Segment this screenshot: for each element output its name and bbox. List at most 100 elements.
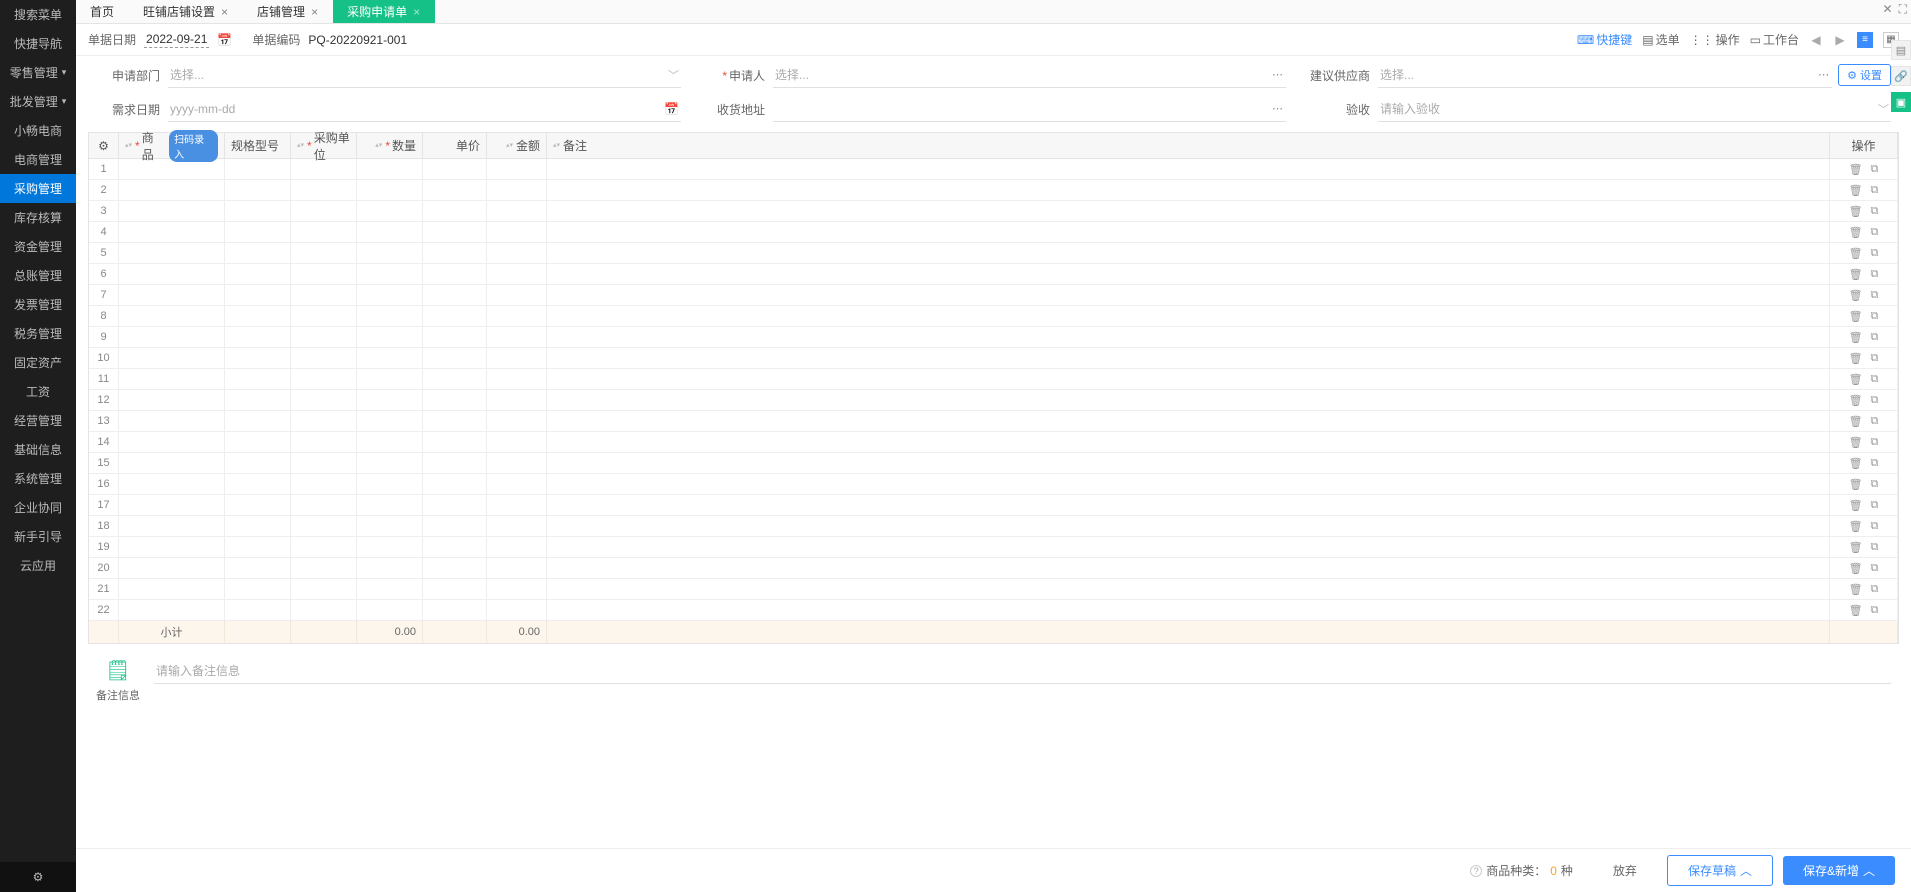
cell-product[interactable] (119, 264, 225, 284)
cell-remark[interactable] (547, 264, 1830, 284)
cell-amount[interactable] (487, 474, 547, 494)
cell-price[interactable] (423, 579, 487, 599)
cell-spec[interactable] (225, 495, 291, 515)
cell-product[interactable] (119, 159, 225, 179)
delete-icon[interactable]: 🗑 (1849, 163, 1863, 176)
table-row[interactable]: 2🗑⧉ (89, 180, 1898, 201)
settings-button[interactable]: ⚙ 设置 (1838, 64, 1891, 86)
cell-unit[interactable] (291, 390, 357, 410)
tab-1[interactable]: 旺铺店铺设置× (129, 0, 243, 23)
cell-unit[interactable] (291, 537, 357, 557)
cell-price[interactable] (423, 243, 487, 263)
sidebar-item-8[interactable]: 资金管理 (0, 232, 76, 261)
sidebar-item-10[interactable]: 发票管理 (0, 290, 76, 319)
close-icon[interactable]: × (413, 5, 420, 19)
sidebar-item-12[interactable]: 固定资产 (0, 348, 76, 377)
cell-spec[interactable] (225, 285, 291, 305)
cell-spec[interactable] (225, 180, 291, 200)
cell-spec[interactable] (225, 600, 291, 620)
cell-qty[interactable] (357, 327, 423, 347)
copy-icon[interactable]: ⧉ (1871, 604, 1879, 617)
col-amount[interactable]: ▴▾ 金额 (487, 133, 547, 158)
cell-unit[interactable] (291, 306, 357, 326)
cell-remark[interactable] (547, 285, 1830, 305)
cell-remark[interactable] (547, 516, 1830, 536)
cell-price[interactable] (423, 537, 487, 557)
copy-icon[interactable]: ⧉ (1871, 562, 1879, 575)
cell-qty[interactable] (357, 474, 423, 494)
table-row[interactable]: 3🗑⧉ (89, 201, 1898, 222)
save-new-button[interactable]: 保存&新增 ︿ (1783, 856, 1895, 885)
cell-unit[interactable] (291, 369, 357, 389)
table-row[interactable]: 20🗑⧉ (89, 558, 1898, 579)
close-icon[interactable]: × (221, 5, 228, 19)
cell-product[interactable] (119, 327, 225, 347)
cell-amount[interactable] (487, 180, 547, 200)
sidebar-item-19[interactable]: 云应用 (0, 551, 76, 580)
cell-spec[interactable] (225, 201, 291, 221)
cell-unit[interactable] (291, 432, 357, 452)
copy-icon[interactable]: ⧉ (1871, 520, 1879, 533)
delete-icon[interactable]: 🗑 (1849, 205, 1863, 218)
cell-remark[interactable] (547, 474, 1830, 494)
view-list[interactable]: ≡ (1857, 32, 1873, 48)
cell-remark[interactable] (547, 201, 1830, 221)
sidebar-item-15[interactable]: 基础信息 (0, 435, 76, 464)
cell-product[interactable] (119, 390, 225, 410)
cell-qty[interactable] (357, 432, 423, 452)
col-config[interactable]: ⚙ (89, 133, 119, 158)
delete-icon[interactable]: 🗑 (1849, 394, 1863, 407)
table-row[interactable]: 11🗑⧉ (89, 369, 1898, 390)
cell-amount[interactable] (487, 285, 547, 305)
table-row[interactable]: 14🗑⧉ (89, 432, 1898, 453)
tool-chip-2[interactable]: 🔗 (1891, 66, 1911, 86)
cell-unit[interactable] (291, 516, 357, 536)
cell-remark[interactable] (547, 348, 1830, 368)
cell-amount[interactable] (487, 201, 547, 221)
cell-amount[interactable] (487, 537, 547, 557)
cell-qty[interactable] (357, 264, 423, 284)
cell-product[interactable] (119, 516, 225, 536)
cell-amount[interactable] (487, 558, 547, 578)
cell-qty[interactable] (357, 579, 423, 599)
table-row[interactable]: 1🗑⧉ (89, 159, 1898, 180)
copy-icon[interactable]: ⧉ (1871, 583, 1879, 596)
cell-remark[interactable] (547, 558, 1830, 578)
cell-amount[interactable] (487, 159, 547, 179)
cell-qty[interactable] (357, 306, 423, 326)
tabs-expand[interactable]: ⛶ (1899, 2, 1907, 17)
cell-product[interactable] (119, 222, 225, 242)
delete-icon[interactable]: 🗑 (1849, 373, 1863, 386)
cell-unit[interactable] (291, 348, 357, 368)
cell-spec[interactable] (225, 411, 291, 431)
supplier-select[interactable]: 选择... ⋯ (1378, 62, 1832, 88)
table-row[interactable]: 6🗑⧉ (89, 264, 1898, 285)
tab-2[interactable]: 店铺管理× (243, 0, 333, 23)
table-row[interactable]: 16🗑⧉ (89, 474, 1898, 495)
cell-price[interactable] (423, 264, 487, 284)
toolbar-workbench[interactable]: ▭工作台 (1750, 31, 1799, 48)
cell-spec[interactable] (225, 516, 291, 536)
delete-icon[interactable]: 🗑 (1849, 436, 1863, 449)
cell-unit[interactable] (291, 579, 357, 599)
cell-remark[interactable] (547, 495, 1830, 515)
cell-price[interactable] (423, 558, 487, 578)
cell-qty[interactable] (357, 180, 423, 200)
copy-icon[interactable]: ⧉ (1871, 373, 1879, 386)
dept-select[interactable]: 选择... ﹀ (168, 62, 681, 88)
cell-remark[interactable] (547, 306, 1830, 326)
delete-icon[interactable]: 🗑 (1849, 415, 1863, 428)
cell-product[interactable] (119, 579, 225, 599)
tool-chip-1[interactable]: ▤ (1891, 40, 1911, 60)
cell-price[interactable] (423, 411, 487, 431)
sidebar-item-2[interactable]: 零售管理▾ (0, 58, 76, 87)
tab-3[interactable]: 采购申请单× (333, 0, 435, 23)
cell-price[interactable] (423, 327, 487, 347)
sidebar-item-16[interactable]: 系统管理 (0, 464, 76, 493)
cell-product[interactable] (119, 537, 225, 557)
cell-remark[interactable] (547, 432, 1830, 452)
sidebar-settings[interactable]: ⚙ (0, 862, 76, 892)
cell-spec[interactable] (225, 579, 291, 599)
table-row[interactable]: 22🗑⧉ (89, 600, 1898, 621)
cell-unit[interactable] (291, 411, 357, 431)
